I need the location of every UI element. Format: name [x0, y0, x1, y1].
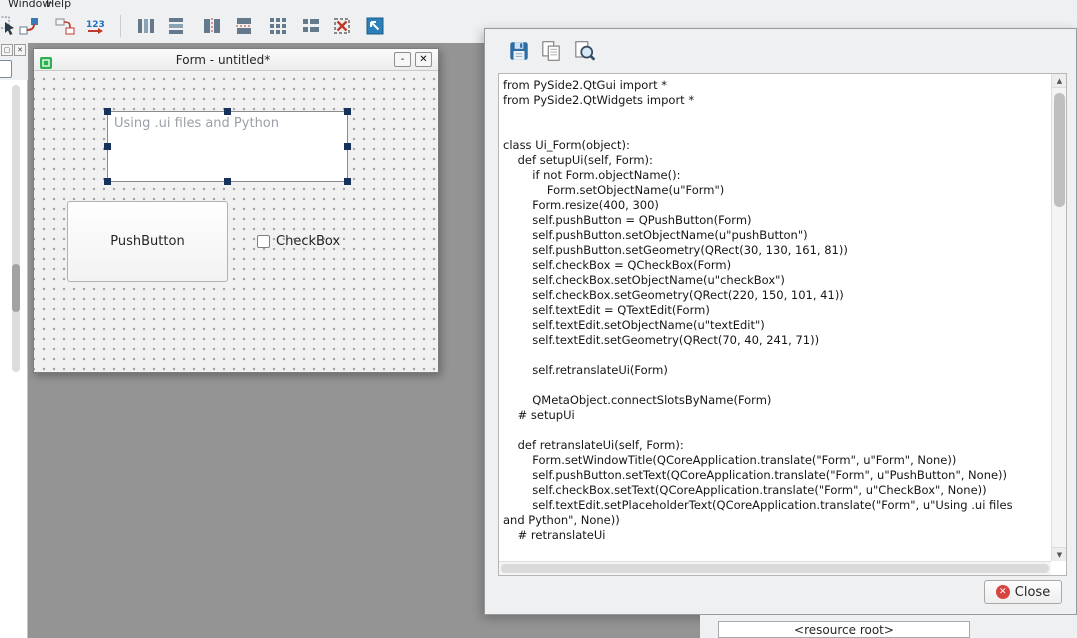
selection-handle[interactable]	[104, 143, 111, 150]
widget-box-scrollbar[interactable]	[12, 85, 20, 372]
dialog-toolbar	[485, 29, 1076, 69]
code-line: self.pushButton = QPushButton(Form)	[503, 213, 1050, 228]
resource-browser-panel: <resource root>	[700, 615, 1077, 638]
dock-float-icon[interactable]: ▢	[1, 44, 13, 56]
svg-text:123: 123	[86, 20, 105, 30]
form-window-title: Form - untitled*	[52, 53, 394, 67]
widget-filter-input[interactable]	[0, 60, 12, 78]
toolbar-separator	[120, 15, 121, 37]
scrollbar-thumb[interactable]	[501, 564, 1049, 573]
break-layout-icon[interactable]	[329, 13, 355, 39]
save-icon[interactable]	[506, 38, 532, 64]
minimize-button[interactable]: -	[394, 52, 411, 67]
checkbox-indicator[interactable]	[257, 235, 270, 248]
adjust-size-icon[interactable]	[362, 13, 388, 39]
code-line: Form.setWindowTitle(QCoreApplication.tra…	[503, 453, 1050, 468]
close-button-label: Close	[1015, 585, 1050, 600]
dock-close-icon[interactable]: ✕	[14, 44, 26, 56]
form-window-titlebar[interactable]: Form - untitled* - ✕	[34, 49, 438, 71]
checkbox-label: CheckBox	[276, 234, 340, 249]
selection-handle[interactable]	[224, 178, 231, 185]
code-line: if not Form.objectName():	[503, 168, 1050, 183]
code-line: # retranslateUi	[503, 528, 1050, 543]
code-line	[503, 348, 1050, 363]
resource-root-item[interactable]: <resource root>	[718, 621, 970, 638]
code-line: self.textEdit = QTextEdit(Form)	[503, 303, 1050, 318]
form-window-icon	[40, 54, 52, 66]
widget-box-panel: ▢ ✕	[0, 43, 28, 638]
selection-handle[interactable]	[104, 108, 111, 115]
find-icon[interactable]	[571, 38, 597, 64]
code-line: self.retranslateUi(Form)	[503, 363, 1050, 378]
code-line: Form.resize(400, 300)	[503, 198, 1050, 213]
code-line: and Python", None))	[503, 513, 1050, 528]
menubar: Window Help	[0, 0, 1077, 9]
code-line: # setupUi	[503, 408, 1050, 423]
layout-horizontal-icon[interactable]	[133, 13, 159, 39]
selection-handle[interactable]	[104, 178, 111, 185]
tab-order-icon[interactable]: 123	[82, 13, 108, 39]
dialog-close-icon: ✕	[996, 585, 1010, 599]
scrollbar-thumb[interactable]	[12, 264, 20, 312]
code-line: self.pushButton.setGeometry(QRect(30, 13…	[503, 243, 1050, 258]
resource-root-label: <resource root>	[794, 623, 894, 637]
code-line: self.pushButton.setText(QCoreApplication…	[503, 468, 1050, 483]
code-view[interactable]: from PySide2.QtGui import *from PySide2.…	[498, 73, 1067, 576]
code-line: self.checkBox.setGeometry(QRect(220, 150…	[503, 288, 1050, 303]
checkbox-widget[interactable]: CheckBox	[257, 221, 358, 262]
code-line	[503, 108, 1050, 123]
horizontal-scrollbar[interactable]	[499, 561, 1051, 575]
code-line	[503, 423, 1050, 438]
code-line: def setupUi(self, Form):	[503, 153, 1050, 168]
code-line: QMetaObject.connectSlotsByName(Form)	[503, 393, 1050, 408]
pushbutton-widget[interactable]: PushButton	[67, 201, 228, 282]
textedit-placeholder: Using .ui files and Python	[108, 112, 347, 135]
code-line: self.checkBox.setText(QCoreApplication.t…	[503, 483, 1050, 498]
form-canvas[interactable]: Using .ui files and Python PushButton Ch…	[34, 71, 438, 372]
edit-signals-slots-icon[interactable]	[16, 13, 42, 39]
code-line: from PySide2.QtWidgets import *	[503, 93, 1050, 108]
layout-form-icon[interactable]	[298, 13, 324, 39]
textedit-widget[interactable]: Using .ui files and Python	[107, 111, 348, 182]
scroll-up-icon[interactable]: ▲	[1052, 74, 1067, 88]
menu-help[interactable]: Help	[46, 0, 71, 10]
form-editor-window: Form - untitled* - ✕ Using .ui files and…	[33, 48, 439, 373]
layout-vertical-splitter-icon[interactable]	[231, 13, 257, 39]
vertical-scrollbar[interactable]: ▲ ▼	[1051, 74, 1066, 561]
selection-handle[interactable]	[224, 108, 231, 115]
code-line: def retranslateUi(self, Form):	[503, 438, 1050, 453]
code-line: class Ui_Form(object):	[503, 138, 1050, 153]
code-line: self.textEdit.setObjectName(u"textEdit")	[503, 318, 1050, 333]
close-button[interactable]: ✕	[415, 52, 432, 67]
edit-buddies-icon[interactable]	[52, 13, 78, 39]
code-preview-dialog: from PySide2.QtGui import *from PySide2.…	[484, 28, 1077, 615]
code-line: from PySide2.QtGui import *	[503, 78, 1050, 93]
scrollbar-thumb[interactable]	[1054, 93, 1065, 207]
scroll-down-icon[interactable]: ▼	[1052, 547, 1067, 561]
copy-icon[interactable]	[538, 38, 564, 64]
selection-handle[interactable]	[344, 178, 351, 185]
layout-vertical-icon[interactable]	[163, 13, 189, 39]
code-line: self.textEdit.setGeometry(QRect(70, 40, …	[503, 333, 1050, 348]
dialog-close-button[interactable]: ✕ Close	[984, 580, 1062, 604]
code-text: from PySide2.QtGui import *from PySide2.…	[499, 78, 1050, 560]
code-line: self.pushButton.setObjectName(u"pushButt…	[503, 228, 1050, 243]
qt-designer-window: Window Help 123 ▢ ✕ Form - untitled* - ✕…	[0, 0, 1077, 638]
code-line	[503, 378, 1050, 393]
code-line: self.checkBox = QCheckBox(Form)	[503, 258, 1050, 273]
code-line: self.checkBox.setObjectName(u"checkBox")	[503, 273, 1050, 288]
layout-grid-icon[interactable]	[265, 13, 291, 39]
menu-window[interactable]: Window	[8, 0, 51, 10]
code-line: self.textEdit.setPlaceholderText(QCoreAp…	[503, 498, 1050, 513]
code-line	[503, 123, 1050, 138]
layout-horizontal-splitter-icon[interactable]	[199, 13, 225, 39]
selection-handle[interactable]	[344, 108, 351, 115]
selection-handle[interactable]	[344, 143, 351, 150]
code-line: Form.setObjectName(u"Form")	[503, 183, 1050, 198]
pushbutton-label: PushButton	[110, 234, 184, 249]
